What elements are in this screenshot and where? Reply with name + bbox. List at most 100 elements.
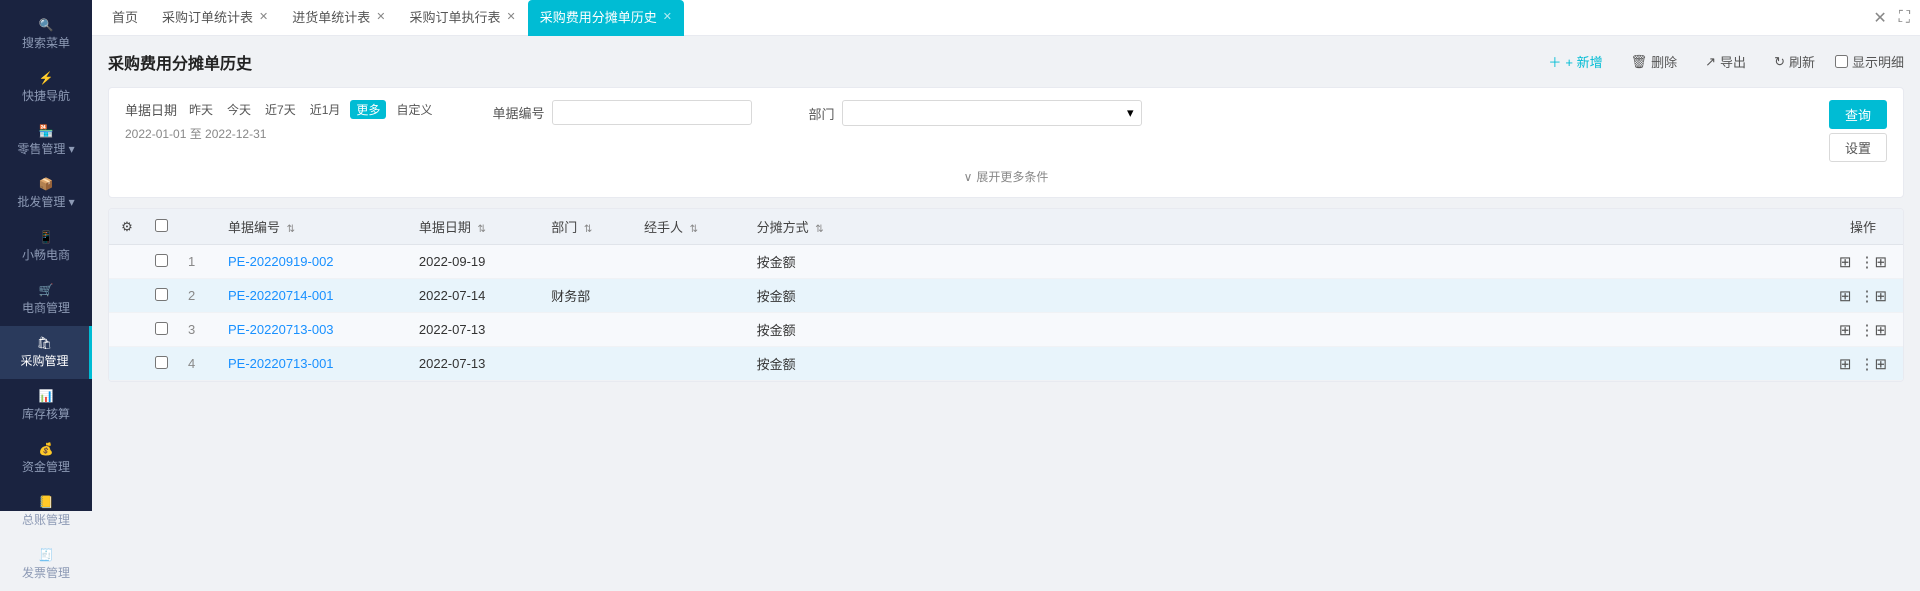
- tab-incoming-stats[interactable]: 进货单统计表 ✕: [280, 0, 397, 36]
- row-more-icon-1[interactable]: ⋮⊞: [1860, 287, 1888, 305]
- row-op-1: ⊞ ⋮⊞: [1823, 279, 1903, 313]
- export-button[interactable]: ↗ 导出: [1697, 48, 1754, 75]
- sidebar-item-purchase[interactable]: 🛍 采购管理: [0, 326, 92, 379]
- table-row: 3 PE-20220713-003 2022-07-13 按金额 ⊞ ⋮⊞: [109, 313, 1903, 347]
- select-all-checkbox[interactable]: [155, 219, 168, 232]
- bill-no-input[interactable]: [552, 100, 752, 125]
- filter-row-1: 单据日期 昨天 今天 近7天 近1月 更多 自定义 2022-01-01 至 2…: [125, 100, 1887, 162]
- th-gear: ⚙: [109, 209, 145, 245]
- close-tab-incoming-stats[interactable]: ✕: [376, 10, 385, 23]
- row-gear-col: [109, 347, 145, 381]
- shortcut-7days[interactable]: 近7天: [261, 100, 300, 119]
- sidebar-item-search[interactable]: 🔍 搜索菜单: [0, 8, 92, 61]
- expand-more-btn[interactable]: ∨ 展开更多条件: [125, 168, 1887, 185]
- mini-icon: 📱: [4, 230, 88, 244]
- sort-bill-date-icon[interactable]: ⇅: [478, 224, 486, 235]
- sidebar-item-ledger[interactable]: 📒 总账管理: [0, 485, 92, 538]
- delete-button[interactable]: 🗑 删除: [1623, 48, 1686, 75]
- row-checkbox-col: [145, 245, 178, 279]
- table-row: 2 PE-20220714-001 2022-07-14 财务部 按金额 ⊞ ⋮…: [109, 279, 1903, 313]
- date-range-display: 2022-01-01 至 2022-12-31: [125, 125, 436, 142]
- row-gear-col: [109, 313, 145, 347]
- row-checkbox-0[interactable]: [155, 254, 168, 267]
- table-header-row: ⚙ 单据编号 ⇅ 单据日期 ⇅: [109, 209, 1903, 245]
- gear-settings-icon[interactable]: ⚙: [121, 219, 133, 234]
- row-gear-col: [109, 245, 145, 279]
- filter-settings-button[interactable]: 设置: [1829, 133, 1887, 162]
- th-checkbox: [145, 209, 178, 245]
- sidebar-item-invoice[interactable]: 🧾 发票管理: [0, 538, 92, 591]
- content-area: 采购费用分摊单历史 ＋ + 新增 🗑 删除 ↗ 导出 ↻ 刷新: [92, 36, 1920, 511]
- row-edit-icon-3[interactable]: ⊞: [1839, 355, 1852, 373]
- bill-no-link-0[interactable]: PE-20220919-002: [228, 254, 334, 269]
- sidebar-item-wholesale[interactable]: 📦 批发管理 ▾: [0, 167, 92, 220]
- bill-no-filter-group: 单据编号: [492, 100, 752, 125]
- sort-handler-icon[interactable]: ⇅: [690, 224, 698, 235]
- ecommerce-icon: 🛒: [4, 283, 88, 297]
- row-more-icon-2[interactable]: ⋮⊞: [1860, 321, 1888, 339]
- row-handler-2: [634, 313, 747, 347]
- row-edit-icon-2[interactable]: ⊞: [1839, 321, 1852, 339]
- row-split-method-2: 按金额: [747, 313, 1823, 347]
- bill-no-link-3[interactable]: PE-20220713-001: [228, 356, 334, 371]
- th-split-method: 分摊方式 ⇅: [747, 209, 1823, 245]
- chevron-down-icon: ▾: [1127, 105, 1134, 121]
- row-op-2: ⊞ ⋮⊞: [1823, 313, 1903, 347]
- bill-no-link-2[interactable]: PE-20220713-003: [228, 322, 334, 337]
- toolbar: ＋ + 新增 🗑 删除 ↗ 导出 ↻ 刷新 显示明细: [1540, 48, 1904, 75]
- sidebar-item-capital[interactable]: 💰 资金管理: [0, 432, 92, 485]
- row-checkbox-col: [145, 279, 178, 313]
- date-filter-group: 单据日期 昨天 今天 近7天 近1月 更多 自定义 2022-01-01 至 2…: [125, 100, 436, 142]
- capital-icon: 💰: [4, 442, 88, 456]
- sidebar-item-ecommerce[interactable]: 🛒 电商管理: [0, 273, 92, 326]
- row-checkbox-3[interactable]: [155, 356, 168, 369]
- close-tab-purchase-cost-history[interactable]: ✕: [663, 10, 672, 23]
- shortcut-custom[interactable]: 自定义: [392, 100, 436, 119]
- page-header: 采购费用分摊单历史 ＋ + 新增 🗑 删除 ↗ 导出 ↻ 刷新: [108, 48, 1904, 75]
- tab-bar-right: ✕ ⛶: [1871, 6, 1912, 30]
- shortcut-1month[interactable]: 近1月: [306, 100, 345, 119]
- sidebar-item-mini[interactable]: 📱 小畅电商: [0, 220, 92, 273]
- row-handler-3: [634, 347, 747, 381]
- refresh-icon: ↻: [1774, 54, 1785, 70]
- row-checkbox-1[interactable]: [155, 288, 168, 301]
- close-tab-purchase-order-stats[interactable]: ✕: [259, 10, 268, 23]
- sort-bill-no-icon[interactable]: ⇅: [287, 224, 295, 235]
- row-more-icon-3[interactable]: ⋮⊞: [1860, 355, 1888, 373]
- sidebar-item-inventory[interactable]: 📊 库存核算: [0, 379, 92, 432]
- sort-split-method-icon[interactable]: ⇅: [815, 224, 823, 235]
- close-tab-purchase-order-exec[interactable]: ✕: [507, 10, 516, 23]
- tab-purchase-order-exec[interactable]: 采购订单执行表 ✕: [397, 0, 527, 36]
- search-button[interactable]: 查询: [1829, 100, 1887, 129]
- dept-select[interactable]: ▾: [842, 100, 1142, 126]
- add-button[interactable]: ＋ + 新增: [1540, 48, 1610, 75]
- row-bill-date-2: 2022-07-13: [409, 313, 541, 347]
- sidebar-item-retail[interactable]: 🏪 零售管理 ▾: [0, 114, 92, 167]
- tab-home[interactable]: 首页: [100, 0, 150, 36]
- maximize-icon[interactable]: ⛶: [1897, 7, 1912, 29]
- row-split-method-0: 按金额: [747, 245, 1823, 279]
- show-cols-checkbox[interactable]: [1835, 55, 1848, 68]
- row-edit-icon-1[interactable]: ⊞: [1839, 287, 1852, 305]
- export-icon: ↗: [1705, 54, 1716, 70]
- sidebar-item-shortcut[interactable]: ⚡ 快捷导航: [0, 61, 92, 114]
- row-more-icon-0[interactable]: ⋮⊞: [1860, 253, 1888, 271]
- row-checkbox-2[interactable]: [155, 322, 168, 335]
- show-cols-toggle[interactable]: 显示明细: [1835, 52, 1904, 71]
- shortcut-today[interactable]: 今天: [223, 100, 255, 119]
- shortcut-more[interactable]: 更多: [350, 100, 386, 119]
- sort-dept-icon[interactable]: ⇅: [584, 224, 592, 235]
- row-bill-no-1: PE-20220714-001: [218, 279, 409, 313]
- bill-no-link-1[interactable]: PE-20220714-001: [228, 288, 334, 303]
- shortcut-yesterday[interactable]: 昨天: [185, 100, 217, 119]
- chevron-down-expand-icon: ∨: [964, 170, 973, 184]
- tab-purchase-cost-history[interactable]: 采购费用分摊单历史 ✕: [528, 0, 684, 36]
- refresh-button[interactable]: ↻ 刷新: [1766, 48, 1823, 75]
- purchase-icon: 🛍: [4, 336, 85, 350]
- close-all-tabs-icon[interactable]: ✕: [1871, 6, 1888, 30]
- row-split-method-3: 按金额: [747, 347, 1823, 381]
- row-checkbox-col: [145, 313, 178, 347]
- tab-purchase-order-stats[interactable]: 采购订单统计表 ✕: [150, 0, 280, 36]
- row-dept-2: [541, 313, 634, 347]
- row-edit-icon-0[interactable]: ⊞: [1839, 253, 1852, 271]
